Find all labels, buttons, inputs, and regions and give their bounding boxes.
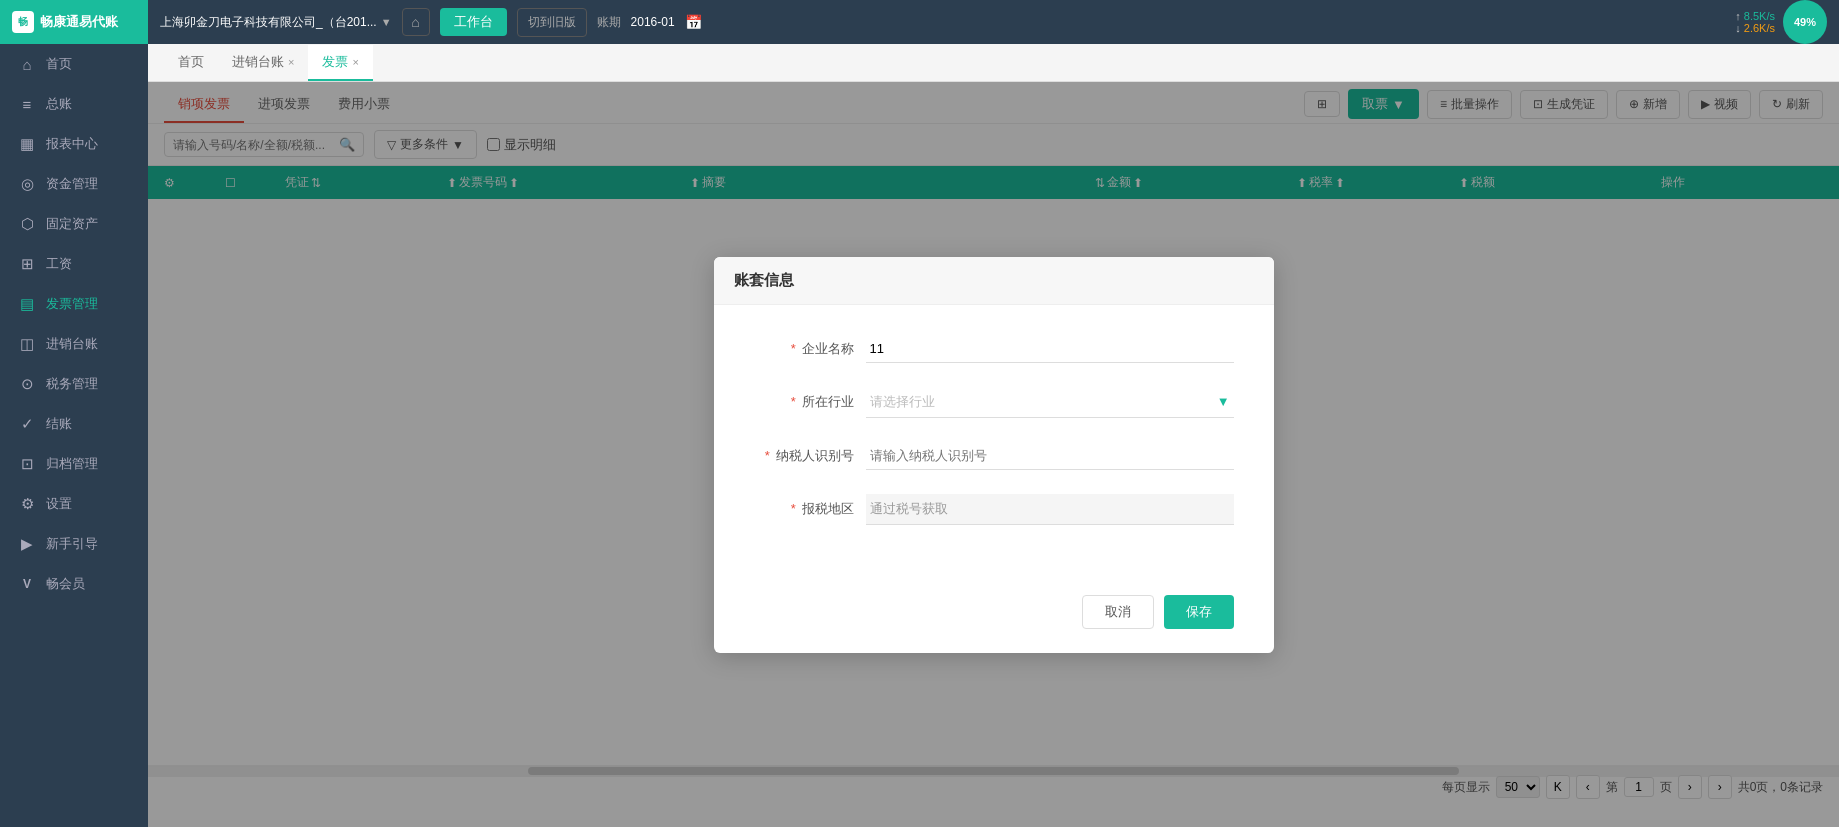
sidebar-item-label: 税务管理 (46, 375, 98, 393)
sidebar-item-close[interactable]: ✓ 结账 (0, 404, 148, 444)
close-accounts-icon: ✓ (18, 415, 36, 433)
speed-percent: 49% (1794, 16, 1816, 28)
topbar: 上海卯金刀电子科技有限公司_（台201... ▼ ⌂ 工作台 切到旧版 账期 2… (148, 0, 1839, 44)
old-version-button[interactable]: 切到旧版 (517, 8, 587, 37)
sidebar-item-label: 资金管理 (46, 175, 98, 193)
sidebar-item-label: 首页 (46, 55, 72, 73)
company-name-input[interactable]: 11 (866, 335, 1234, 363)
payroll-icon: ⊞ (18, 255, 36, 273)
logo-icon: 畅 (12, 11, 34, 33)
member-icon: V (18, 577, 36, 591)
sidebar-item-home[interactable]: ⌂ 首页 (0, 44, 148, 84)
tab-purchasesale[interactable]: 进销台账 × (218, 45, 308, 81)
tax-icon: ⊙ (18, 375, 36, 393)
sidebar-item-label: 归档管理 (46, 455, 98, 473)
page-tabs: 首页 进销台账 × 发票 × (148, 44, 1839, 82)
company-name: 上海卯金刀电子科技有限公司_（台201... (160, 14, 377, 31)
sidebar: 畅 畅康通易代账 ⌂ 首页 ≡ 总账 ▦ 报表中心 ◎ 资金管理 ⬡ 固定资产 … (0, 0, 148, 827)
tab-invoice-close[interactable]: × (352, 56, 358, 68)
sidebar-item-label: 结账 (46, 415, 72, 433)
workbench-button[interactable]: 工作台 (440, 8, 507, 36)
account-info-modal: 账套信息 * 企业名称 11 * 所在行业 (714, 257, 1274, 653)
period-value: 2016-01 (631, 15, 675, 29)
reports-icon: ▦ (18, 135, 36, 153)
sidebar-item-ledger[interactable]: ≡ 总账 (0, 84, 148, 124)
sidebar-item-settings[interactable]: ⚙ 设置 (0, 484, 148, 524)
modal-body: * 企业名称 11 * 所在行业 请选择行业 ▼ (714, 305, 1274, 579)
invoice-icon: ▤ (18, 295, 36, 313)
sidebar-item-finance[interactable]: ◎ 资金管理 (0, 164, 148, 204)
sidebar-item-label: 总账 (46, 95, 72, 113)
sidebar-item-label: 报表中心 (46, 135, 98, 153)
home-shortcut-button[interactable]: ⌂ (402, 8, 430, 36)
settings-icon: ⚙ (18, 495, 36, 513)
home-icon: ⌂ (18, 56, 36, 73)
industry-row: * 所在行业 请选择行业 ▼ (754, 387, 1234, 418)
sidebar-item-member[interactable]: V 畅会员 (0, 564, 148, 604)
logo-text: 畅康通易代账 (40, 13, 118, 31)
sidebar-item-payroll[interactable]: ⊞ 工资 (0, 244, 148, 284)
sidebar-item-tax[interactable]: ⊙ 税务管理 (0, 364, 148, 404)
tax-region-label: * 报税地区 (754, 500, 854, 518)
company-dropdown-icon[interactable]: ▼ (381, 16, 392, 28)
modal-footer: 取消 保存 (714, 579, 1274, 653)
industry-select[interactable]: 请选择行业 ▼ (866, 387, 1234, 418)
tax-id-label: * 纳税人识别号 (754, 447, 854, 465)
speed-percent-widget: 49% (1783, 0, 1827, 44)
tab-home[interactable]: 首页 (164, 45, 218, 81)
sidebar-item-label: 固定资产 (46, 215, 98, 233)
tax-id-row: * 纳税人识别号 (754, 442, 1234, 470)
sidebar-item-invoice[interactable]: ▤ 发票管理 (0, 284, 148, 324)
speed-info: ↑ 8.5K/s ↓ 2.6K/s (1735, 10, 1775, 34)
sidebar-item-label: 设置 (46, 495, 72, 513)
tab-invoice[interactable]: 发票 × (308, 45, 372, 81)
tab-purchasesale-close[interactable]: × (288, 56, 294, 68)
sidebar-item-purchasesale[interactable]: ◫ 进销台账 (0, 324, 148, 364)
industry-dropdown-icon: ▼ (1217, 394, 1230, 409)
purchasesale-icon: ◫ (18, 335, 36, 353)
cancel-button[interactable]: 取消 (1082, 595, 1154, 629)
sidebar-item-label: 进销台账 (46, 335, 98, 353)
tax-region-field: 通过税号获取 (866, 494, 1234, 525)
save-button[interactable]: 保存 (1164, 595, 1234, 629)
modal-overlay[interactable]: 账套信息 * 企业名称 11 * 所在行业 (148, 82, 1839, 827)
guide-icon: ▶ (18, 535, 36, 553)
industry-placeholder: 请选择行业 (870, 393, 1217, 411)
sidebar-item-archive[interactable]: ⊡ 归档管理 (0, 444, 148, 484)
sidebar-item-assets[interactable]: ⬡ 固定资产 (0, 204, 148, 244)
assets-icon: ⬡ (18, 215, 36, 233)
ledger-icon: ≡ (18, 96, 36, 113)
industry-label: * 所在行业 (754, 393, 854, 411)
sidebar-item-reports[interactable]: ▦ 报表中心 (0, 124, 148, 164)
calendar-icon[interactable]: 📅 (685, 14, 702, 30)
sidebar-item-label: 工资 (46, 255, 72, 273)
sidebar-item-label: 新手引导 (46, 535, 98, 553)
sidebar-item-guide[interactable]: ▶ 新手引导 (0, 524, 148, 564)
archive-icon: ⊡ (18, 455, 36, 473)
tax-region-row: * 报税地区 通过税号获取 (754, 494, 1234, 525)
sidebar-item-label: 畅会员 (46, 575, 85, 593)
finance-icon: ◎ (18, 175, 36, 193)
main-area: 上海卯金刀电子科技有限公司_（台201... ▼ ⌂ 工作台 切到旧版 账期 2… (148, 0, 1839, 827)
download-speed: ↓ 2.6K/s (1735, 22, 1775, 34)
sidebar-item-label: 发票管理 (46, 295, 98, 313)
topbar-right: ↑ 8.5K/s ↓ 2.6K/s 49% (1735, 0, 1827, 44)
company-selector[interactable]: 上海卯金刀电子科技有限公司_（台201... ▼ (160, 14, 392, 31)
company-name-label: * 企业名称 (754, 340, 854, 358)
period-label: 账期 (597, 14, 621, 31)
content-area: 销项发票 进项发票 费用小票 ⊞ 取票 ▼ ≡ 批量操作 ⊡ (148, 82, 1839, 827)
tax-id-input[interactable] (866, 442, 1234, 470)
app-logo: 畅 畅康通易代账 (0, 0, 148, 44)
upload-speed: ↑ 8.5K/s (1735, 10, 1775, 22)
company-name-row: * 企业名称 11 (754, 335, 1234, 363)
modal-title: 账套信息 (714, 257, 1274, 305)
